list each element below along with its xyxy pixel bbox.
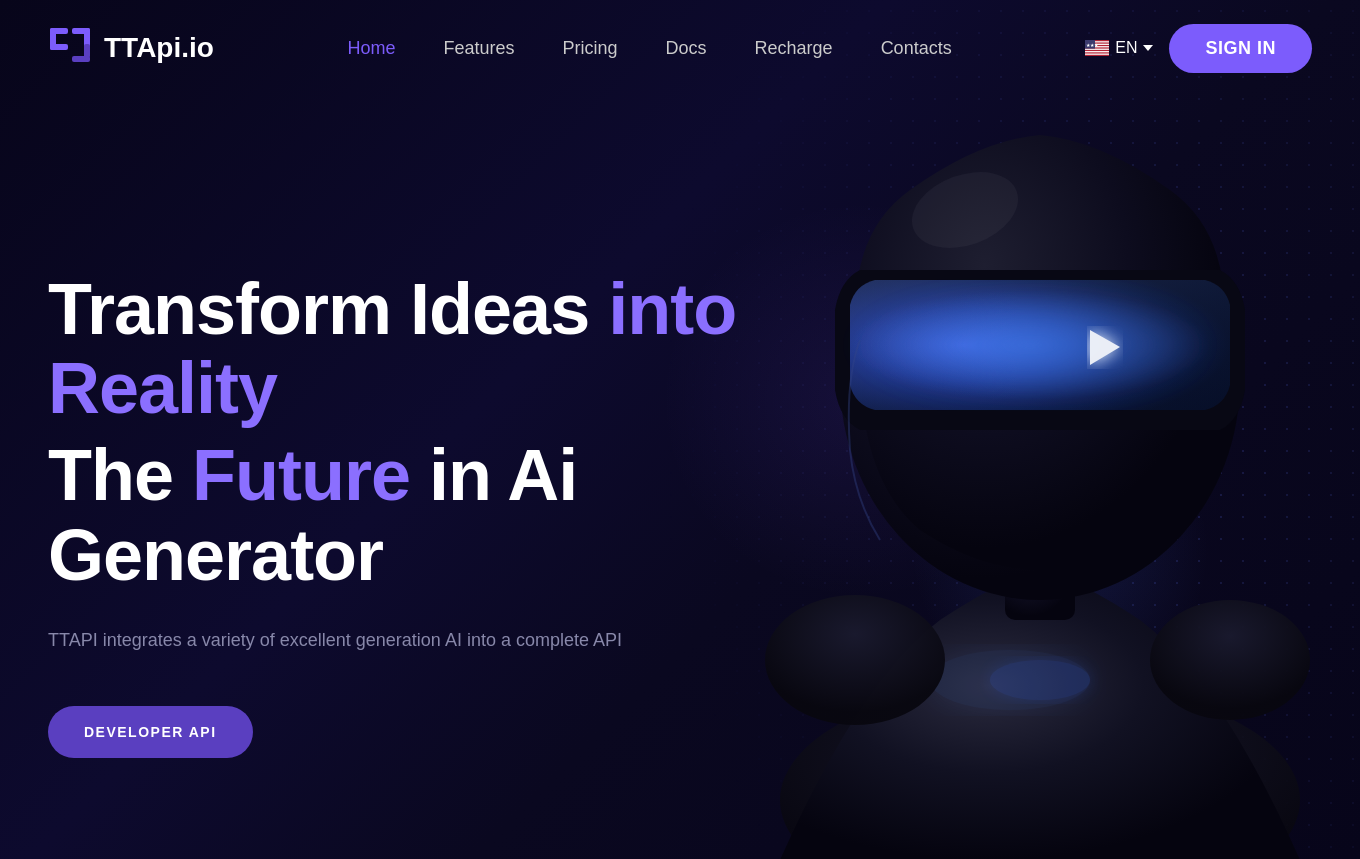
svg-rect-17	[72, 56, 90, 62]
svg-rect-23	[1085, 51, 1109, 52]
nav-links: Home Features Pricing Docs Recharge Cont…	[347, 38, 951, 59]
nav-right: ★★★ EN SIGN IN	[1085, 24, 1312, 73]
nav-link-contacts[interactable]: Contacts	[881, 38, 952, 59]
logo[interactable]: TTApi.io	[48, 26, 214, 70]
flag-icon: ★★★	[1085, 40, 1109, 56]
hero-title-line1: Transform Ideas into Reality	[48, 270, 748, 428]
hero-figure	[660, 80, 1360, 859]
navigation: TTApi.io Home Features Pricing Docs Rech…	[0, 0, 1360, 96]
hero-title-future: Future	[192, 435, 410, 515]
svg-rect-22	[1085, 49, 1109, 50]
svg-rect-16	[84, 44, 90, 58]
svg-text:★★★: ★★★	[1086, 42, 1099, 48]
developer-api-button[interactable]: DEVELOPER API	[48, 706, 253, 758]
logo-icon	[48, 26, 92, 70]
nav-link-features[interactable]: Features	[443, 38, 514, 59]
hero-section: TTApi.io Home Features Pricing Docs Rech…	[0, 0, 1360, 859]
hero-title-line2-the: The	[48, 435, 192, 515]
svg-point-9	[1150, 600, 1310, 720]
hero-title-line2: The Future in Ai Generator	[48, 436, 748, 594]
chevron-down-icon	[1143, 45, 1153, 51]
svg-point-4	[850, 290, 1210, 400]
language-selector[interactable]: ★★★ EN	[1085, 39, 1153, 57]
language-label: EN	[1115, 39, 1137, 57]
nav-link-docs[interactable]: Docs	[666, 38, 707, 59]
nav-link-pricing[interactable]: Pricing	[563, 38, 618, 59]
hero-cta: DEVELOPER API	[48, 706, 748, 758]
svg-rect-13	[50, 44, 68, 50]
nav-link-home[interactable]: Home	[347, 38, 395, 59]
hero-title-line1-text1: Transform Ideas	[48, 269, 608, 349]
sign-in-button[interactable]: SIGN IN	[1169, 24, 1312, 73]
svg-point-8	[765, 595, 945, 725]
hero-subtitle: TTAPI integrates a variety of excellent …	[48, 627, 648, 654]
hero-content: Transform Ideas into Reality The Future …	[48, 270, 748, 758]
nav-link-recharge[interactable]: Recharge	[755, 38, 833, 59]
svg-point-10	[990, 660, 1090, 700]
logo-text: TTApi.io	[104, 32, 214, 64]
svg-rect-24	[1085, 54, 1109, 55]
